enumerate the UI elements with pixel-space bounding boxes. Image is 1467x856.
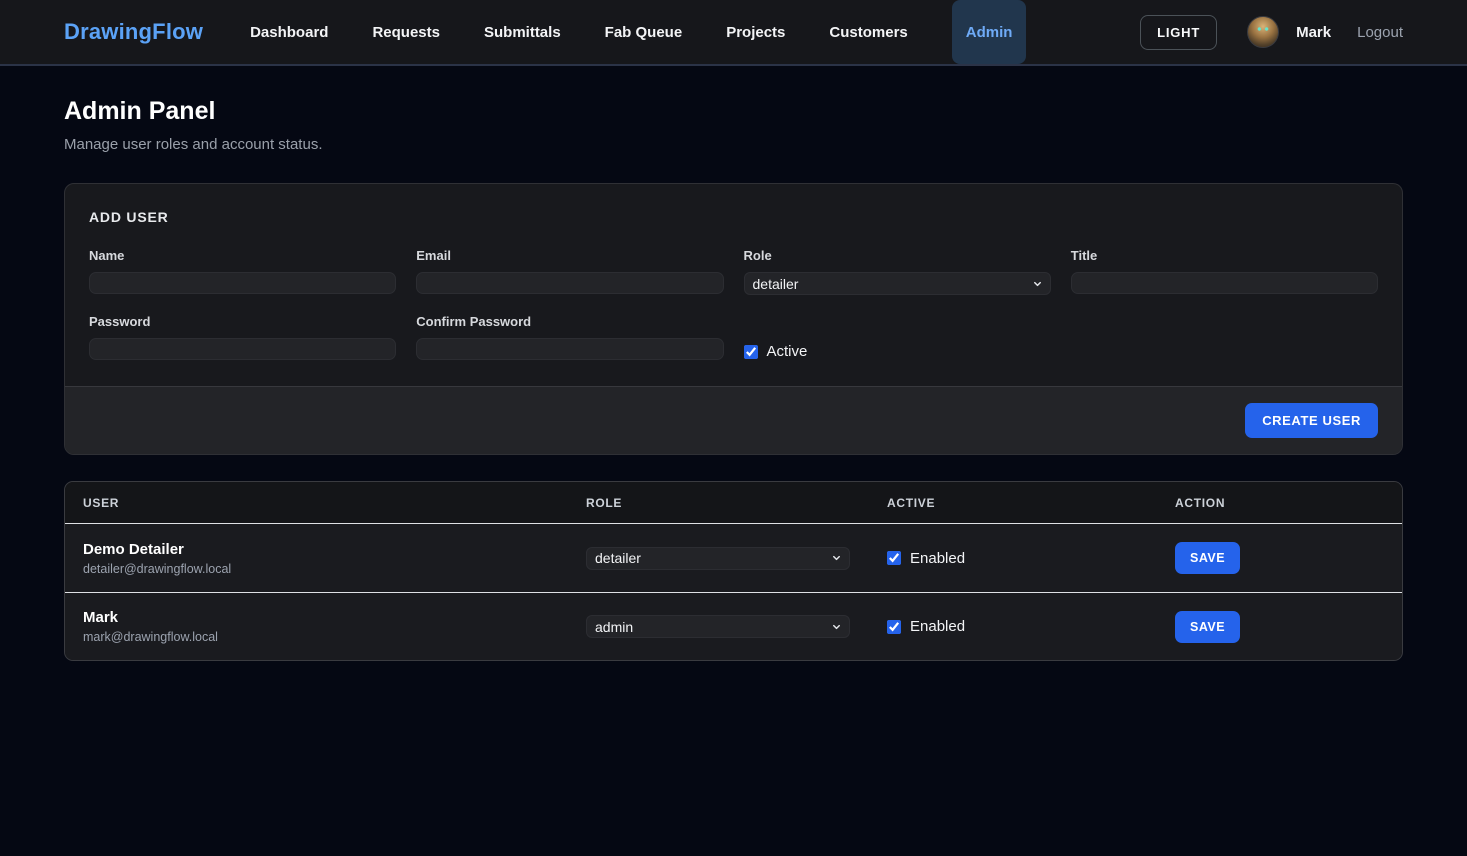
logout-link[interactable]: Logout (1357, 24, 1403, 41)
add-user-form-grid: Name Email Role detailer Title Password … (89, 248, 1378, 360)
row-role-select[interactable]: detailer (586, 546, 850, 570)
form-grid-spacer (1071, 314, 1378, 360)
user-cell: Mark mark@drawingflow.local (83, 609, 586, 644)
action-cell: SAVE (1175, 610, 1384, 643)
column-header-user: USER (83, 495, 120, 510)
column-header-active: ACTIVE (887, 495, 936, 510)
password-field-group: Password (89, 314, 397, 360)
role-field-group: Role detailer (743, 248, 1051, 295)
user-email: mark@drawingflow.local (83, 630, 218, 644)
nav-item-admin[interactable]: Admin (951, 0, 1027, 64)
password-input[interactable] (89, 338, 397, 360)
users-table: USER ROLE ACTIVE ACTION Demo Detailer de… (64, 481, 1403, 661)
table-row: Demo Detailer detailer@drawingflow.local… (65, 524, 1402, 592)
title-input[interactable] (1070, 272, 1378, 294)
main-content: Admin Panel Manage user roles and accoun… (0, 97, 1467, 661)
name-field-group: Name (89, 248, 397, 295)
add-user-heading: ADD USER (89, 209, 169, 225)
top-navbar: DrawingFlow Dashboard Requests Submittal… (0, 0, 1467, 66)
nav-item-submittals[interactable]: Submittals (484, 0, 561, 64)
user-name: Mark (1296, 23, 1332, 41)
title-label: Title (1070, 248, 1098, 263)
row-role-select[interactable]: admin (586, 615, 850, 638)
column-header-role: ROLE (586, 495, 623, 510)
nav-item-fab-queue[interactable]: Fab Queue (605, 0, 683, 64)
confirm-password-field-group: Confirm Password (416, 314, 724, 360)
user-avatar (1247, 16, 1280, 48)
column-header-action: ACTION (1175, 495, 1226, 510)
title-field-group: Title (1070, 248, 1378, 295)
role-label: Role (743, 248, 772, 263)
email-field-group: Email (416, 248, 724, 295)
main-nav: Dashboard Requests Submittals Fab Queue … (250, 0, 1027, 64)
email-input[interactable] (416, 272, 724, 294)
save-button[interactable]: SAVE (1175, 610, 1241, 643)
name-label: Name (89, 248, 125, 263)
active-checkbox[interactable] (743, 344, 758, 359)
enabled-checkbox[interactable] (887, 619, 901, 634)
add-user-card: ADD USER Name Email Role detailer Title … (64, 183, 1403, 455)
add-user-card-footer: CREATE USER (65, 386, 1402, 454)
add-user-form: ADD USER Name Email Role detailer Title … (65, 184, 1402, 386)
confirm-password-input[interactable] (416, 338, 724, 360)
enabled-label: Enabled (910, 549, 966, 567)
role-select[interactable]: detailer (743, 272, 1051, 295)
table-row: Mark mark@drawingflow.local admin Enable… (65, 592, 1402, 660)
users-table-header: USER ROLE ACTIVE ACTION (65, 482, 1402, 524)
nav-item-projects[interactable]: Projects (726, 0, 785, 64)
user-cell: Demo Detailer detailer@drawingflow.local (83, 541, 586, 576)
page-title: Admin Panel (64, 97, 216, 125)
navbar-right: LIGHT Mark Logout (1140, 14, 1403, 50)
action-cell: SAVE (1175, 542, 1384, 574)
role-cell: admin (586, 615, 887, 638)
enabled-label: Enabled (910, 618, 966, 635)
enabled-checkbox[interactable] (887, 551, 901, 565)
page-subtitle: Manage user roles and account status. (64, 136, 323, 153)
email-label: Email (416, 248, 451, 263)
user-display-name: Mark (83, 609, 119, 626)
name-input[interactable] (89, 272, 397, 294)
nav-item-customers[interactable]: Customers (829, 0, 907, 64)
save-button[interactable]: SAVE (1175, 542, 1241, 574)
password-label: Password (89, 314, 151, 329)
user-display-name: Demo Detailer (83, 540, 184, 558)
brand-logo[interactable]: DrawingFlow (64, 19, 203, 45)
confirm-password-label: Confirm Password (416, 314, 532, 329)
create-user-button[interactable]: CREATE USER (1245, 403, 1378, 438)
active-cell: Enabled (887, 618, 1175, 635)
theme-toggle-button[interactable]: LIGHT (1140, 14, 1218, 50)
active-cell: Enabled (887, 550, 1175, 567)
nav-item-dashboard[interactable]: Dashboard (250, 0, 328, 64)
role-cell: detailer (586, 546, 887, 570)
active-checkbox-label: Active (766, 343, 808, 360)
nav-item-requests[interactable]: Requests (372, 0, 440, 64)
user-email: detailer@drawingflow.local (83, 561, 232, 576)
active-checkbox-group: Active (743, 314, 1051, 360)
